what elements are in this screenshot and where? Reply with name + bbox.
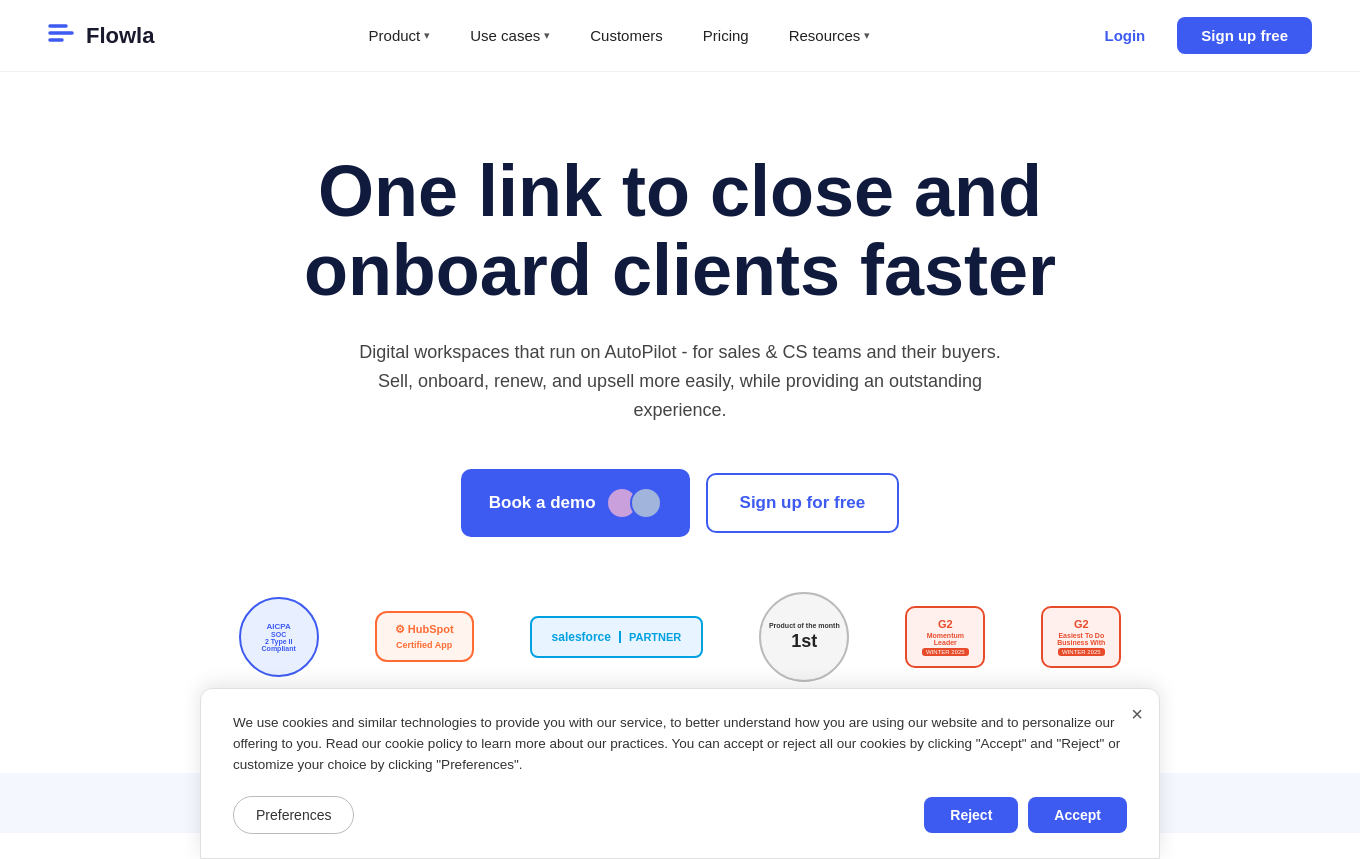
chevron-down-icon: ▾ [544, 29, 550, 42]
preferences-button[interactable]: Preferences [233, 796, 354, 833]
cookie-actions: Preferences Reject Accept [233, 796, 1127, 833]
logo-text: Flowla [86, 23, 154, 49]
book-demo-button[interactable]: Book a demo [461, 469, 690, 537]
badge-g2-momentum: G2 Momentum Leader WINTER 2025 [889, 601, 1001, 673]
cookie-right-actions: Reject Accept [924, 797, 1127, 833]
nav-resources[interactable]: Resources ▾ [773, 19, 887, 52]
hero-title: One link to close and onboard clients fa… [230, 152, 1130, 310]
login-button[interactable]: Login [1084, 17, 1165, 54]
badge-soc2: AICPA SOC 2 Type II Compliant [223, 601, 335, 673]
hero-section: One link to close and onboard clients fa… [0, 72, 1360, 773]
hero-subtitle: Digital workspaces that run on AutoPilot… [330, 338, 1030, 424]
nav-use-cases[interactable]: Use cases ▾ [454, 19, 566, 52]
reject-button[interactable]: Reject [924, 797, 1018, 833]
cookie-banner: × We use cookies and similar technologie… [200, 688, 1160, 833]
badge-salesforce: salesforce PARTNER [514, 601, 720, 673]
badge-g2-easiest: G2 Easiest To Do Business With WINTER 20… [1025, 601, 1137, 673]
nav-product[interactable]: Product ▾ [353, 19, 447, 52]
signup-free-button[interactable]: Sign up for free [706, 473, 900, 533]
logo-icon [48, 20, 78, 52]
chevron-down-icon: ▾ [424, 29, 430, 42]
nav-actions: Login Sign up free [1084, 17, 1312, 54]
nav-links: Product ▾ Use cases ▾ Customers Pricing … [353, 19, 887, 52]
nav-customers[interactable]: Customers [574, 19, 679, 52]
hero-cta-group: Book a demo Sign up for free [40, 469, 1320, 537]
cookie-close-button[interactable]: × [1131, 703, 1143, 726]
badge-product-month: Product of the month 1st [743, 601, 865, 673]
signup-button[interactable]: Sign up free [1177, 17, 1312, 54]
cookie-text: We use cookies and similar technologies … [233, 713, 1127, 776]
logo-link[interactable]: Flowla [48, 20, 154, 52]
avatar-2 [630, 487, 662, 519]
nav-pricing[interactable]: Pricing [687, 19, 765, 52]
accept-button[interactable]: Accept [1028, 797, 1127, 833]
chevron-down-icon: ▾ [864, 29, 870, 42]
navbar: Flowla Product ▾ Use cases ▾ Customers P… [0, 0, 1360, 72]
demo-avatars [606, 487, 662, 519]
badge-hubspot: ⚙ HubSpot Certified App [359, 601, 490, 673]
